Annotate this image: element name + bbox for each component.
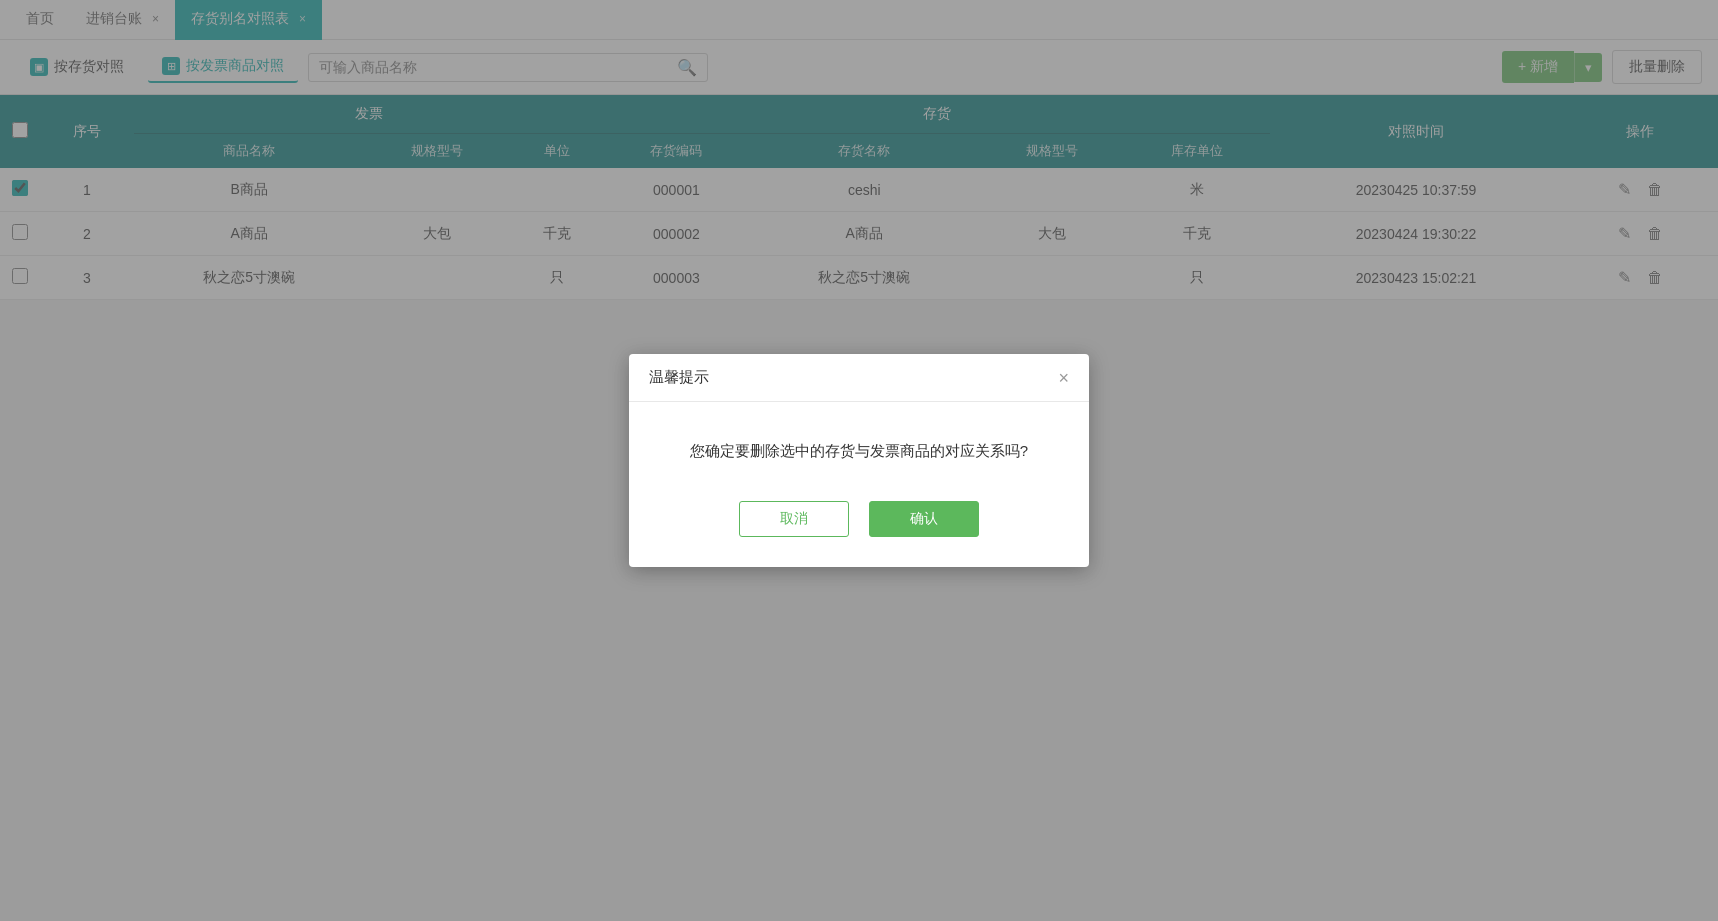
modal-overlay: 温馨提示 × 您确定要删除选中的存货与发票商品的对应关系吗? 取消 确认 (0, 0, 1718, 300)
